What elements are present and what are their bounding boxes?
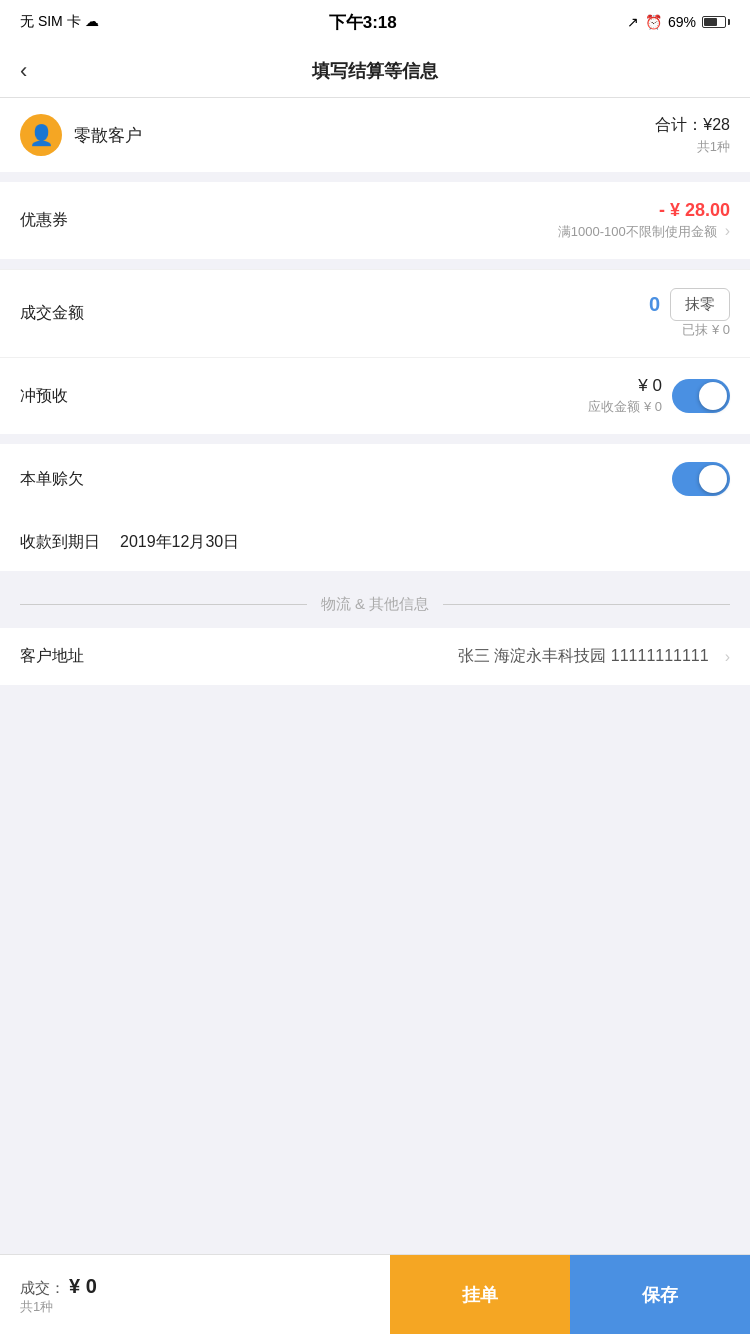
- credit-toggle[interactable]: [672, 462, 730, 496]
- avatar: 👤: [20, 114, 62, 156]
- address-chevron-icon: ›: [725, 648, 730, 666]
- page-title: 填写结算等信息: [312, 59, 438, 83]
- coupon-description: 满1000-100不限制使用金额: [558, 223, 717, 241]
- transaction-amount-value-area: 0 抹零 已抹 ¥ 0: [649, 288, 730, 339]
- logistics-section-header: 物流 & 其他信息: [0, 581, 750, 628]
- prepayment-label: 冲预收: [20, 386, 68, 407]
- form-section-1: 优惠券 - ¥ 28.00 满1000-100不限制使用金额 › 成交金额 0 …: [0, 182, 750, 434]
- prepayment-toggle[interactable]: [672, 379, 730, 413]
- total-amount: 合计：¥28: [655, 115, 730, 136]
- back-button[interactable]: ‹: [12, 50, 35, 92]
- chevron-right-icon: ›: [725, 222, 730, 240]
- hang-order-label: 挂单: [462, 1283, 498, 1307]
- status-bar: 无 SIM 卡 ☁ 下午3:18 ↗ ⏰ 69%: [0, 0, 750, 44]
- credit-row: 本单赊欠: [0, 444, 750, 514]
- hang-order-button[interactable]: 挂单: [390, 1255, 570, 1334]
- save-label: 保存: [642, 1283, 678, 1307]
- transaction-amount-value: 0: [649, 293, 660, 316]
- prepayment-values: ¥ 0 应收金额 ¥ 0: [588, 376, 662, 416]
- save-button[interactable]: 保存: [570, 1255, 750, 1334]
- due-date-row: 收款到期日 2019年12月30日: [0, 514, 750, 571]
- coupon-row[interactable]: 优惠券 - ¥ 28.00 满1000-100不限制使用金额 ›: [0, 182, 750, 259]
- nav-bar: ‹ 填写结算等信息: [0, 44, 750, 98]
- already-zero-text: 已抹 ¥ 0: [649, 321, 730, 339]
- transaction-amount-row: 成交金额 0 抹零 已抹 ¥ 0: [0, 269, 750, 357]
- customer-info: 👤 零散客户: [20, 114, 142, 156]
- avatar-icon: 👤: [29, 123, 54, 147]
- status-time: 下午3:18: [329, 11, 397, 34]
- form-section-2: 本单赊欠 收款到期日 2019年12月30日: [0, 444, 750, 571]
- status-right: ↗ ⏰ 69%: [627, 14, 730, 30]
- customer-row: 👤 零散客户 合计：¥28 共1种: [0, 98, 750, 172]
- coupon-discount: - ¥ 28.00: [558, 200, 730, 221]
- coupon-value-area: - ¥ 28.00 满1000-100不限制使用金额 ›: [558, 200, 730, 241]
- bottom-summary-row: 成交： ¥ 0: [20, 1273, 370, 1298]
- logistics-label: 物流 & 其他信息: [321, 595, 429, 614]
- prepayment-value-area: ¥ 0 应收金额 ¥ 0: [588, 376, 730, 416]
- prepayment-row: 冲预收 ¥ 0 应收金额 ¥ 0: [0, 357, 750, 434]
- content: 👤 零散客户 合计：¥28 共1种 优惠券 - ¥ 28.00 满1000-10…: [0, 98, 750, 785]
- location-icon: ↗: [627, 14, 639, 30]
- prepayment-sub-value: 应收金额 ¥ 0: [588, 398, 662, 416]
- alarm-icon: ⏰: [645, 14, 662, 30]
- address-row[interactable]: 客户地址 张三 海淀永丰科技园 11111111111 ›: [0, 628, 750, 685]
- address-section: 客户地址 张三 海淀永丰科技园 11111111111 ›: [0, 628, 750, 685]
- total-count: 共1种: [655, 138, 730, 156]
- sim-status: 无 SIM 卡 ☁: [20, 13, 99, 31]
- prepayment-main-value: ¥ 0: [588, 376, 662, 396]
- customer-total: 合计：¥28 共1种: [655, 115, 730, 156]
- address-value: 张三 海淀永丰科技园 11111111111: [96, 646, 709, 667]
- due-date-value: 2019年12月30日: [120, 532, 239, 553]
- bottom-summary-amount: ¥ 0: [69, 1275, 97, 1298]
- due-date-label: 收款到期日: [20, 532, 100, 553]
- customer-name: 零散客户: [74, 124, 142, 147]
- credit-label: 本单赊欠: [20, 469, 84, 490]
- address-label: 客户地址: [20, 646, 84, 667]
- bottom-bar: 成交： ¥ 0 共1种 挂单 保存: [0, 1254, 750, 1334]
- bottom-summary: 成交： ¥ 0 共1种: [0, 1255, 390, 1334]
- coupon-label: 优惠券: [20, 210, 68, 231]
- toggle-knob: [699, 382, 727, 410]
- bottom-summary-count: 共1种: [20, 1298, 370, 1316]
- status-left: 无 SIM 卡 ☁: [20, 13, 99, 31]
- battery-icon: [702, 16, 730, 28]
- bottom-summary-label: 成交：: [20, 1279, 65, 1298]
- credit-toggle-knob: [699, 465, 727, 493]
- round-down-button[interactable]: 抹零: [670, 288, 730, 321]
- transaction-amount-label: 成交金额: [20, 303, 84, 324]
- battery-percent: 69%: [668, 14, 696, 30]
